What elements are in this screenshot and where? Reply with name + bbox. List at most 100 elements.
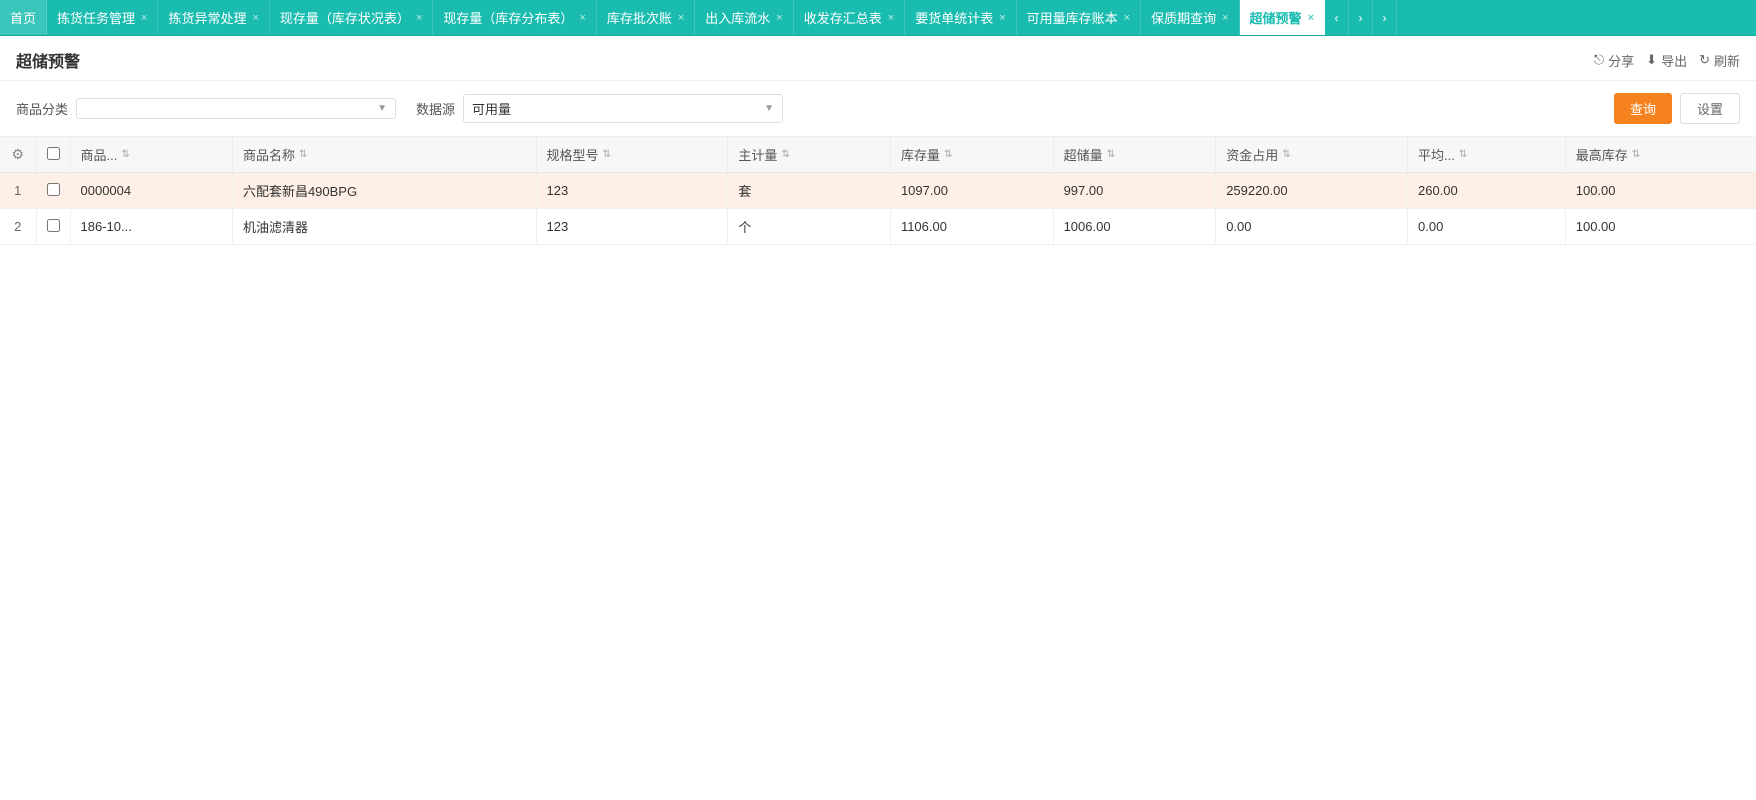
cell-overstock: 1006.00: [1053, 209, 1216, 245]
close-icon[interactable]: ×: [416, 12, 422, 24]
th-unit[interactable]: 主计量 ⇅: [728, 137, 891, 173]
page-content: 超储预警 ⎋ 分享 ⬇ 导出 ↻ 刷新 商品分类 ▼ 数据源: [0, 36, 1756, 800]
row-checkbox-cell[interactable]: [36, 209, 70, 245]
th-product-name[interactable]: 商品名称 ⇅: [232, 137, 536, 173]
th-checkbox: [36, 137, 70, 173]
cell-stock: 1097.00: [890, 173, 1053, 209]
nav-quality-query[interactable]: 保质期查询 ×: [1141, 0, 1239, 35]
nav-inventory-dist[interactable]: 现存量（库存分布表） ×: [433, 0, 596, 35]
category-select[interactable]: ▼: [76, 98, 396, 119]
sort-icon: ⇅: [1459, 149, 1467, 160]
nav-pick-task[interactable]: 拣货任务管理 ×: [47, 0, 158, 35]
cell-product-name: 机油滤清器: [232, 209, 536, 245]
cell-capital: 259220.00: [1216, 173, 1408, 209]
close-icon[interactable]: ×: [252, 12, 258, 24]
data-table: ⚙ 商品... ⇅ 商品名称 ⇅: [0, 137, 1756, 245]
settings-button[interactable]: 设置: [1680, 93, 1740, 124]
filter-area: 商品分类 ▼ 数据源 可用量 ▼ 查询 设置: [0, 81, 1756, 137]
nav-inout-flow[interactable]: 出入库流水 ×: [695, 0, 793, 35]
sort-icon: ⇅: [944, 149, 952, 160]
close-icon[interactable]: ×: [888, 12, 894, 24]
th-settings: ⚙: [0, 137, 36, 173]
row-checkbox-cell[interactable]: [36, 173, 70, 209]
cell-unit: 个: [728, 209, 891, 245]
table-row: 2 186-10... 机油滤清器 123 个 1106.00 1006.00 …: [0, 209, 1756, 245]
nav-pick-exception[interactable]: 拣货异常处理 ×: [158, 0, 269, 35]
sort-icon: ⇅: [1107, 149, 1115, 160]
chevron-down-icon: ▼: [377, 103, 387, 114]
refresh-button[interactable]: ↻ 刷新: [1699, 51, 1740, 70]
table-body: 1 0000004 六配套新昌490BPG 123 套 1097.00 997.…: [0, 173, 1756, 245]
close-icon[interactable]: ×: [776, 12, 782, 24]
query-button[interactable]: 查询: [1614, 93, 1672, 124]
nav-inventory-status[interactable]: 现存量（库存状况表） ×: [270, 0, 433, 35]
cell-capital: 0.00: [1216, 209, 1408, 245]
sort-icon: ⇅: [781, 149, 789, 160]
share-button[interactable]: ⎋ 分享: [1594, 51, 1634, 70]
datasource-filter-group: 数据源 可用量 ▼: [416, 94, 783, 123]
datasource-select-value: 可用量: [472, 99, 511, 118]
nav-next-arrow[interactable]: ›: [1349, 0, 1373, 35]
close-icon[interactable]: ×: [141, 12, 147, 24]
th-avg[interactable]: 平均... ⇅: [1408, 137, 1566, 173]
datasource-label: 数据源: [416, 99, 455, 118]
th-overstock[interactable]: 超储量 ⇅: [1053, 137, 1216, 173]
th-capital[interactable]: 资金占用 ⇅: [1216, 137, 1408, 173]
row-checkbox[interactable]: [47, 219, 60, 232]
nav-overstock-warning[interactable]: 超储预警 ×: [1240, 0, 1325, 35]
chevron-down-icon: ▼: [764, 103, 774, 114]
th-max-stock[interactable]: 最高库存 ⇅: [1565, 137, 1756, 173]
nav-batch-account[interactable]: 库存批次账 ×: [597, 0, 695, 35]
cell-product-code: 0000004: [70, 173, 232, 209]
cell-stock: 1106.00: [890, 209, 1053, 245]
refresh-icon: ↻: [1699, 52, 1710, 68]
nav-more-arrow[interactable]: ›: [1373, 0, 1397, 35]
page-title: 超储预警: [16, 48, 80, 72]
close-icon[interactable]: ×: [1308, 12, 1314, 24]
cell-avg: 0.00: [1408, 209, 1566, 245]
export-icon: ⬇: [1646, 52, 1657, 68]
nav-summary[interactable]: 收发存汇总表 ×: [794, 0, 905, 35]
header-actions: ⎋ 分享 ⬇ 导出 ↻ 刷新: [1594, 51, 1740, 70]
close-icon[interactable]: ×: [678, 12, 684, 24]
table-header-row: ⚙ 商品... ⇅ 商品名称 ⇅: [0, 137, 1756, 173]
cell-avg: 260.00: [1408, 173, 1566, 209]
row-checkbox[interactable]: [47, 183, 60, 196]
settings-icon[interactable]: ⚙: [11, 146, 24, 162]
filter-actions: 查询 设置: [1614, 93, 1740, 124]
sort-icon: ⇅: [1632, 149, 1640, 160]
close-icon[interactable]: ×: [1222, 12, 1228, 24]
sort-icon: ⇅: [121, 149, 129, 160]
select-all-checkbox[interactable]: [47, 147, 60, 160]
nav-home[interactable]: 首页: [0, 0, 47, 35]
share-icon: ⎋: [1594, 52, 1604, 68]
category-filter-group: 商品分类 ▼: [16, 98, 396, 119]
sort-icon: ⇅: [299, 149, 307, 160]
table-row: 1 0000004 六配套新昌490BPG 123 套 1097.00 997.…: [0, 173, 1756, 209]
sort-icon: ⇅: [1282, 149, 1290, 160]
cell-max-stock: 100.00: [1565, 209, 1756, 245]
cell-product-name: 六配套新昌490BPG: [232, 173, 536, 209]
nav-prev-arrow[interactable]: ‹: [1325, 0, 1349, 35]
cell-max-stock: 100.00: [1565, 173, 1756, 209]
close-icon[interactable]: ×: [999, 12, 1005, 24]
close-icon[interactable]: ×: [579, 12, 585, 24]
th-stock[interactable]: 库存量 ⇅: [890, 137, 1053, 173]
cell-unit: 套: [728, 173, 891, 209]
row-number: 2: [0, 209, 36, 245]
cell-product-code: 186-10...: [70, 209, 232, 245]
export-button[interactable]: ⬇ 导出: [1646, 51, 1687, 70]
nav-bar: 首页 拣货任务管理 × 拣货异常处理 × 现存量（库存状况表） × 现存量（库存…: [0, 0, 1756, 36]
table-wrap: ⚙ 商品... ⇅ 商品名称 ⇅: [0, 137, 1756, 245]
datasource-select[interactable]: 可用量 ▼: [463, 94, 783, 123]
nav-demand-stat[interactable]: 要货单统计表 ×: [905, 0, 1016, 35]
row-number: 1: [0, 173, 36, 209]
th-product-code[interactable]: 商品... ⇅: [70, 137, 232, 173]
cell-spec: 123: [536, 209, 728, 245]
cell-spec: 123: [536, 173, 728, 209]
th-spec[interactable]: 规格型号 ⇅: [536, 137, 728, 173]
close-icon[interactable]: ×: [1124, 12, 1130, 24]
category-label: 商品分类: [16, 99, 68, 118]
page-header: 超储预警 ⎋ 分享 ⬇ 导出 ↻ 刷新: [0, 36, 1756, 81]
nav-usable-account[interactable]: 可用量库存账本 ×: [1017, 0, 1141, 35]
